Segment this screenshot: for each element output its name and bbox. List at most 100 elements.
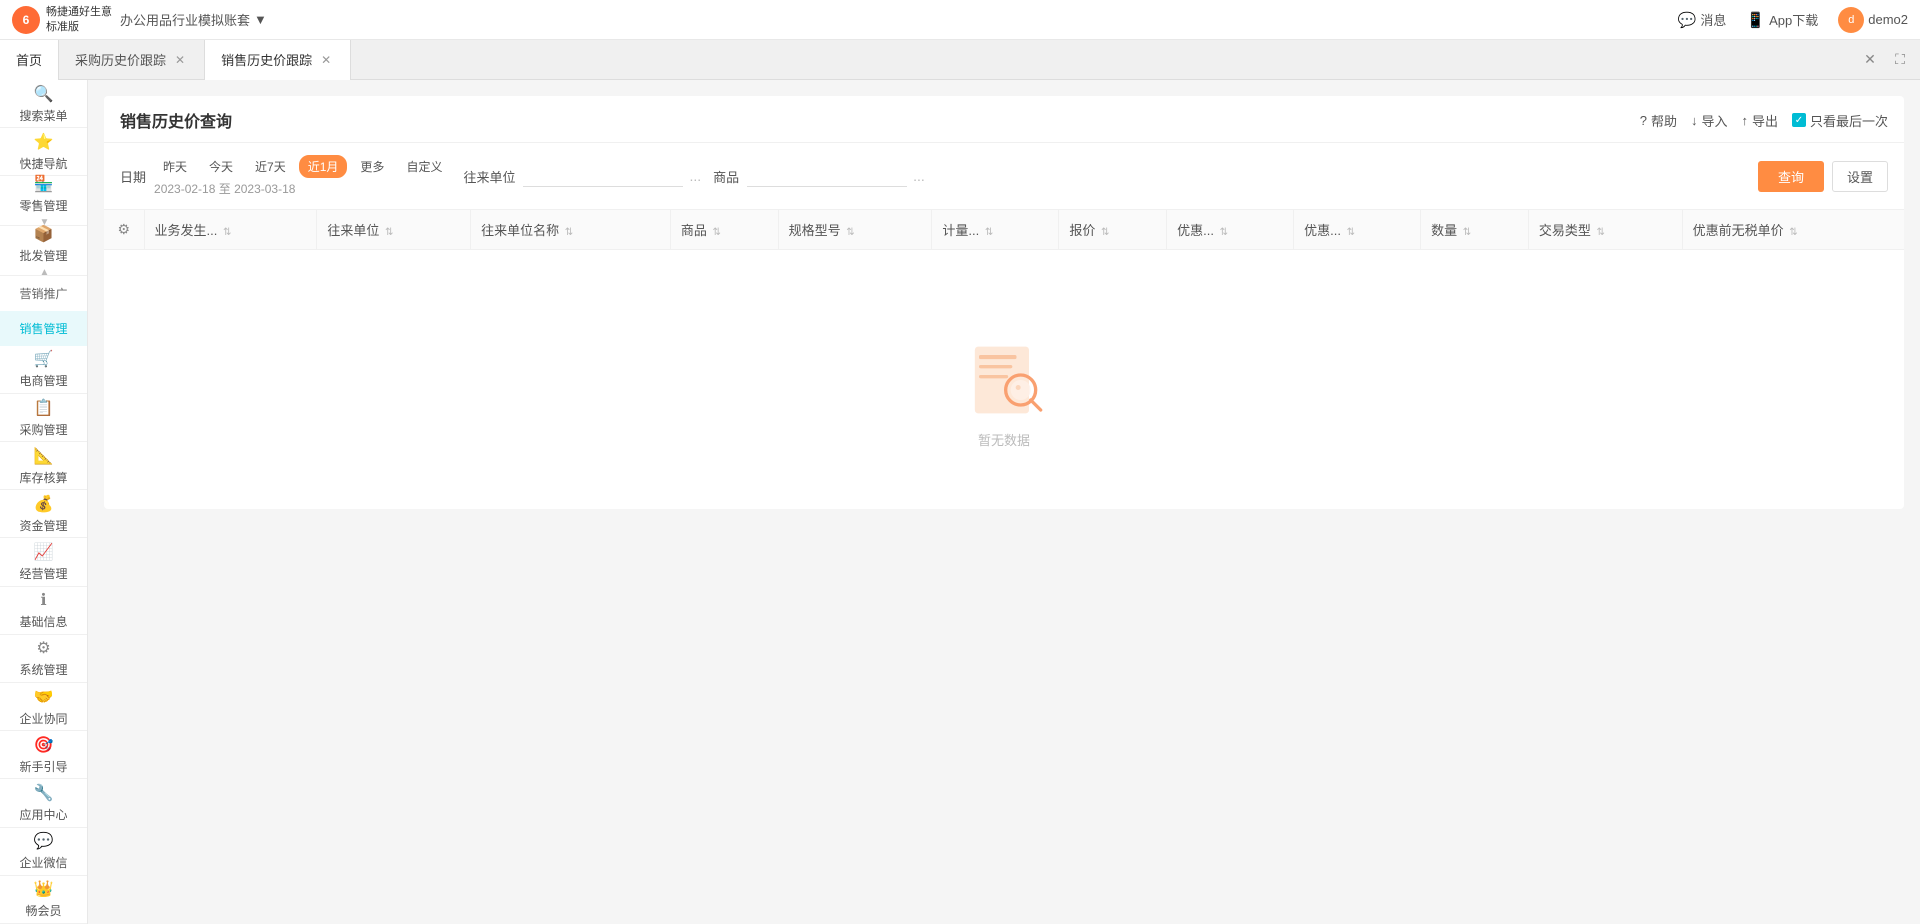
date-btn-1month[interactable]: 近1月 (299, 155, 348, 178)
search-button[interactable]: 查询 (1758, 161, 1824, 192)
sort-icon-price[interactable]: ⇅ (1101, 227, 1109, 238)
sort-icon-goods[interactable]: ⇅ (712, 227, 720, 238)
sort-icon-discount2[interactable]: ⇅ (1347, 227, 1355, 238)
sort-icon-spec[interactable]: ⇅ (846, 227, 854, 238)
sidebar-item-search[interactable]: 🔍 搜索菜单 (0, 80, 87, 128)
sidebar-label-wechat: 企业微信 (19, 854, 67, 871)
sidebar-item-system[interactable]: ⚙ 系统管理 (0, 635, 87, 683)
import-button[interactable]: ↓ 导入 (1691, 111, 1728, 130)
sidebar-item-guide[interactable]: 🎯 新手引导 (0, 731, 87, 779)
date-label: 日期 (120, 167, 146, 186)
tab-purchase[interactable]: 采购历史价跟踪 ✕ (59, 40, 205, 80)
app-icon: 📱 (1746, 11, 1765, 29)
date-btn-custom[interactable]: 自定义 (397, 155, 451, 178)
sidebar-item-collab[interactable]: 🤝 企业协同 (0, 683, 87, 731)
sidebar-item-ecommerce[interactable]: 🛒 电商管理 (0, 346, 87, 394)
finance-icon: 💰 (34, 494, 54, 514)
guide-icon: 🎯 (34, 735, 54, 755)
tab-home[interactable]: 首页 (0, 40, 59, 80)
export-icon: ↑ (1741, 113, 1748, 128)
date-buttons: 昨天 今天 近7天 近1月 更多 自定义 (154, 155, 451, 178)
operations-icon: 📈 (34, 542, 54, 562)
partner-dots-button[interactable]: ... (689, 168, 701, 184)
partner-input[interactable] (523, 165, 683, 187)
star-icon: ⭐ (34, 132, 54, 152)
sidebar-item-member[interactable]: 👑 畅会员 (0, 876, 87, 924)
only-last-checkbox[interactable]: ✓ (1792, 113, 1806, 127)
fullscreen-button[interactable]: ⛶ (1888, 48, 1912, 72)
sidebar-sub-item-marketing[interactable]: 营销推广 (0, 276, 87, 311)
sidebar-item-quick[interactable]: ⭐ 快捷导航 (0, 128, 87, 176)
breadcrumb-dropdown[interactable]: 办公用品行业模拟账套 ▼ (120, 10, 267, 29)
sort-icon-pre-discount-price[interactable]: ⇅ (1789, 227, 1797, 238)
sidebar-item-basic-info[interactable]: ℹ 基础信息 (0, 587, 87, 635)
date-btn-7days[interactable]: 近7天 (246, 155, 295, 178)
date-btn-more[interactable]: 更多 (351, 155, 393, 178)
col-pre-discount-price: 优惠前无税单价 ⇅ (1682, 210, 1904, 250)
settings-button[interactable]: 设置 (1832, 161, 1888, 192)
tab-sale-close[interactable]: ✕ (318, 52, 334, 68)
sort-icon-partner-name[interactable]: ⇅ (565, 227, 573, 238)
breadcrumb-text: 办公用品行业模拟账套 (120, 10, 250, 29)
tab-purchase-close[interactable]: ✕ (172, 52, 188, 68)
message-icon: 💬 (1678, 11, 1697, 29)
user-action[interactable]: d demo2 (1838, 7, 1908, 33)
help-label: 帮助 (1651, 111, 1677, 130)
export-button[interactable]: ↑ 导出 (1741, 111, 1778, 130)
sidebar-item-operations[interactable]: 📈 经营管理 (0, 538, 87, 586)
tab-purchase-label: 采购历史价跟踪 (75, 50, 166, 69)
sidebar-sub-item-sales-mgmt[interactable]: 销售管理 (0, 311, 87, 346)
sidebar-item-wechat[interactable]: 💬 企业微信 (0, 828, 87, 876)
col-partner-name: 往来单位名称 ⇅ (471, 210, 671, 250)
date-range-text: 2023-02-18 至 2023-03-18 (154, 180, 451, 197)
sidebar-label-guide: 新手引导 (19, 758, 67, 775)
sort-icon-partner[interactable]: ⇅ (385, 227, 393, 238)
sort-icon-unit[interactable]: ⇅ (985, 227, 993, 238)
sidebar-item-finance[interactable]: 💰 资金管理 (0, 490, 87, 538)
member-icon: 👑 (34, 879, 54, 899)
sidebar-sublabel-marketing: 营销推广 (19, 285, 67, 302)
column-settings-icon[interactable]: ⚙ (117, 221, 130, 237)
sort-icon-trade-type[interactable]: ⇅ (1597, 227, 1605, 238)
only-last-checkbox-group[interactable]: ✓ 只看最后一次 (1792, 111, 1888, 130)
date-filter-group: 日期 昨天 今天 近7天 近1月 更多 自定义 2023-02-18 至 202… (120, 155, 451, 197)
sort-icon-biz-date[interactable]: ⇅ (223, 227, 231, 238)
sidebar-item-purchase-mgmt[interactable]: 📋 采购管理 (0, 394, 87, 442)
sort-icon-qty[interactable]: ⇅ (1463, 227, 1471, 238)
sidebar-item-inventory[interactable]: 📐 库存核算 (0, 442, 87, 490)
sidebar-item-wholesale[interactable]: 📦 批发管理 ▲ (0, 226, 87, 276)
wechat-icon: 💬 (34, 831, 54, 851)
close-all-tabs-button[interactable]: ✕ (1858, 48, 1882, 72)
sidebar-label-inventory: 库存核算 (19, 469, 67, 486)
col-trade-type: 交易类型 ⇅ (1528, 210, 1682, 250)
help-button[interactable]: ? 帮助 (1640, 111, 1677, 130)
export-label: 导出 (1752, 111, 1778, 130)
sidebar-label-collab: 企业协同 (19, 710, 67, 727)
header-left: 6 畅捷通好生意 标准版 办公用品行业模拟账套 ▼ (12, 5, 267, 34)
goods-input[interactable] (747, 165, 907, 187)
sidebar: 🔍 搜索菜单 ⭐ 快捷导航 🏪 零售管理 ▼ 📦 批发管理 ▲ 营销推广 销售管… (0, 80, 88, 924)
logo-text: 畅捷通好生意 标准版 (46, 5, 112, 34)
col-goods: 商品 ⇅ (670, 210, 778, 250)
sidebar-item-retail[interactable]: 🏪 零售管理 ▼ (0, 176, 87, 226)
wholesale-icon: 📦 (34, 224, 54, 244)
message-action[interactable]: 💬 消息 (1678, 10, 1727, 29)
app-center-icon: 🔧 (34, 783, 54, 803)
date-btn-today[interactable]: 今天 (200, 155, 242, 178)
logo-icon: 6 (12, 6, 40, 34)
tab-sale-label: 销售历史价跟踪 (221, 50, 312, 69)
sidebar-label-operations: 经营管理 (19, 565, 67, 582)
table-header-row: ⚙ 业务发生... ⇅ 往来单位 ⇅ 往来单位名称 (104, 210, 1904, 250)
goods-dots-button[interactable]: ... (913, 168, 925, 184)
sort-icon-discount1[interactable]: ⇅ (1220, 227, 1228, 238)
app-download-action[interactable]: 📱 App下载 (1746, 10, 1818, 29)
tab-sale[interactable]: 销售历史价跟踪 ✕ (205, 40, 351, 80)
purchase-icon: 📋 (34, 398, 54, 418)
sidebar-label-app-center: 应用中心 (19, 806, 67, 823)
help-icon: ? (1640, 113, 1647, 128)
date-btn-yesterday[interactable]: 昨天 (154, 155, 196, 178)
partner-input-wrap: ... (523, 165, 701, 187)
sidebar-label-member: 畅会员 (25, 902, 61, 919)
sidebar-item-app-center[interactable]: 🔧 应用中心 (0, 779, 87, 827)
main-layout: 🔍 搜索菜单 ⭐ 快捷导航 🏪 零售管理 ▼ 📦 批发管理 ▲ 营销推广 销售管… (0, 80, 1920, 924)
